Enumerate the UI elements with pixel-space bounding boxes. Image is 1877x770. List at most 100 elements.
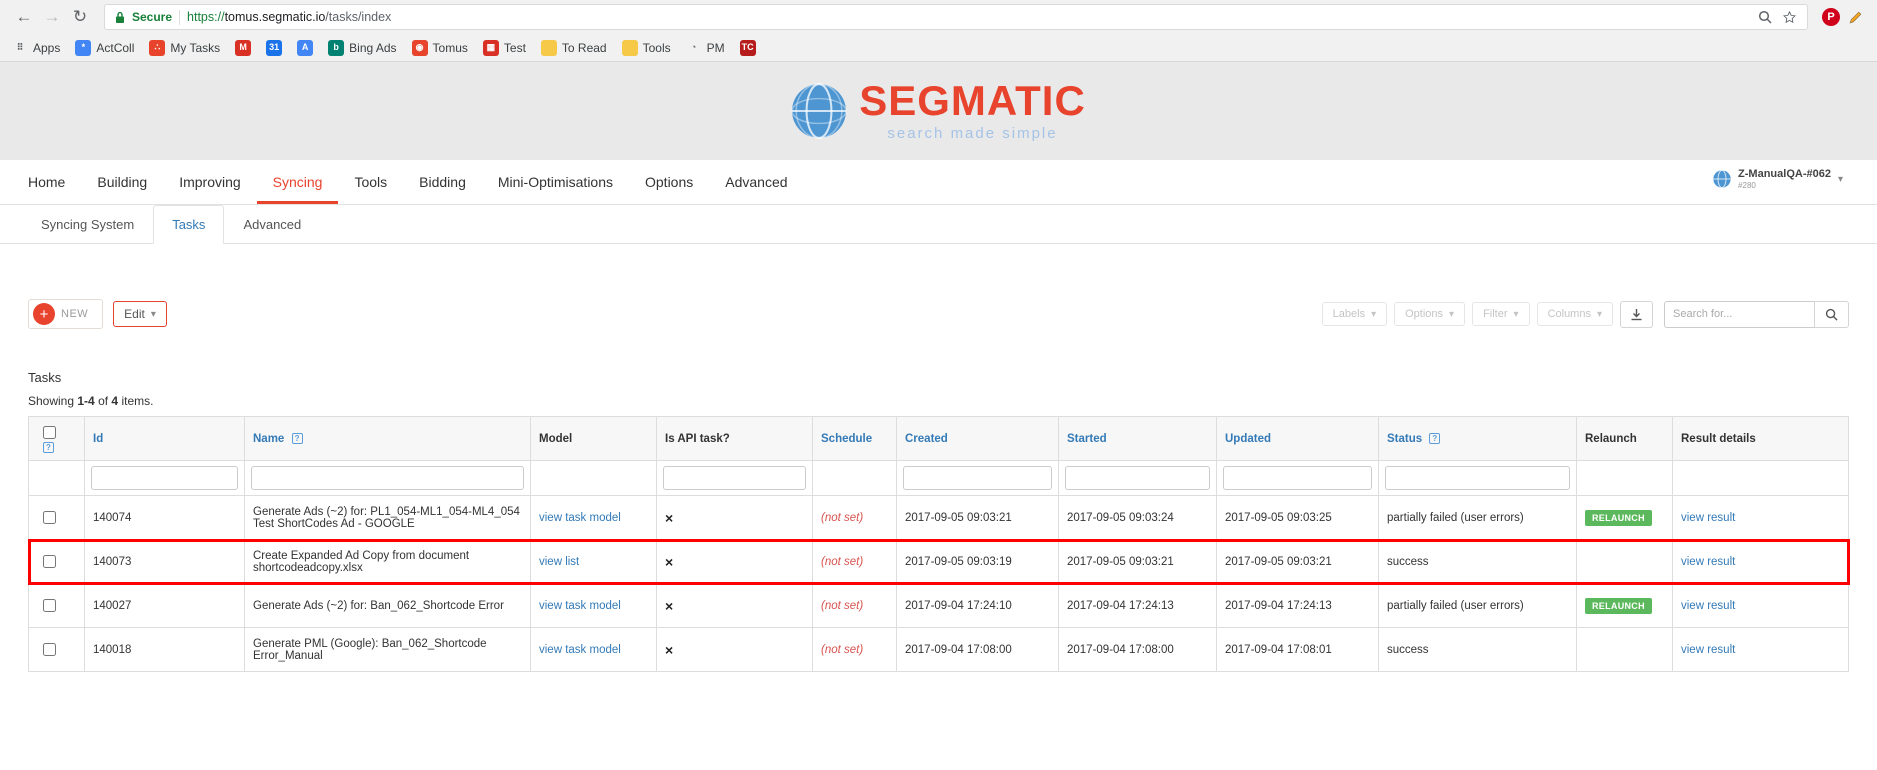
column-header[interactable]: Is API task? ? xyxy=(656,416,813,461)
column-header[interactable]: Updated ? xyxy=(1216,416,1379,461)
subnav-item-label: Advanced xyxy=(243,217,302,232)
back-icon[interactable]: ← xyxy=(10,3,38,31)
new-button[interactable]: + NEW xyxy=(28,299,104,329)
toolbar-dropdown-button[interactable]: Labels ▾ xyxy=(1321,302,1388,326)
model-link[interactable]: view task model xyxy=(539,512,621,524)
select-all-checkbox[interactable] xyxy=(43,426,56,439)
result-link[interactable]: view result xyxy=(1681,600,1735,612)
bookmark-star-icon[interactable] xyxy=(1782,10,1797,25)
toolbar-dropdown-label: Filter xyxy=(1483,308,1508,320)
row-checkbox[interactable] xyxy=(43,511,56,524)
model-link[interactable]: view task model xyxy=(539,644,621,656)
filter-input-created[interactable] xyxy=(903,466,1052,490)
search-icon xyxy=(1825,308,1838,321)
table-row[interactable]: 140018 Generate PML (Google): Ban_062_Sh… xyxy=(28,627,1849,672)
edit-button[interactable]: Edit ▾ xyxy=(113,301,167,327)
subnav-item[interactable]: Syncing System xyxy=(22,205,153,244)
nav-item[interactable]: Syncing xyxy=(257,160,339,204)
toolbar-dropdown-label: Columns xyxy=(1547,308,1591,320)
bookmark-item[interactable]: ⠿ Apps xyxy=(12,40,61,56)
bookmark-item[interactable]: Tools xyxy=(621,39,671,56)
refresh-icon[interactable]: ↻ xyxy=(66,3,94,31)
model-link[interactable]: view task model xyxy=(539,600,621,612)
forward-icon[interactable]: → xyxy=(38,3,66,31)
column-header[interactable]: Name ? xyxy=(244,416,531,461)
bookmark-item[interactable]: 31 xyxy=(266,39,283,56)
result-link[interactable]: view result xyxy=(1681,512,1735,524)
column-header[interactable]: Schedule ? xyxy=(812,416,897,461)
toolbar-dropdown-button[interactable]: Options ▾ xyxy=(1394,302,1466,326)
column-header[interactable]: Status ? xyxy=(1378,416,1577,461)
extension-p-icon[interactable]: P xyxy=(1822,8,1840,26)
table-row[interactable]: 140027 Generate Ads (~2) for: Ban_062_Sh… xyxy=(28,583,1849,628)
subnav-item[interactable]: Advanced xyxy=(224,205,320,244)
zoom-icon[interactable] xyxy=(1758,10,1772,24)
column-header[interactable]: Started ? xyxy=(1058,416,1217,461)
column-header-label: Started xyxy=(1067,432,1107,445)
nav-item[interactable]: Advanced xyxy=(709,160,803,204)
nav-item[interactable]: Bidding xyxy=(403,160,482,204)
table-row[interactable]: 140073 Create Expanded Ad Copy from docu… xyxy=(27,538,1850,585)
subnav-item[interactable]: Tasks xyxy=(153,205,225,244)
result-link[interactable]: view result xyxy=(1681,556,1735,568)
relaunch-button[interactable]: RELAUNCH xyxy=(1585,597,1652,614)
nav-item[interactable]: Options xyxy=(629,160,709,204)
status-text: success xyxy=(1378,627,1577,672)
row-checkbox[interactable] xyxy=(43,599,56,612)
filter-input-name[interactable] xyxy=(251,466,524,490)
cell-created: 2017-09-04 17:08:00 xyxy=(896,627,1059,672)
lock-icon xyxy=(116,11,124,23)
bookmark-item[interactable]: M xyxy=(235,39,252,56)
column-header[interactable]: Id ? xyxy=(84,416,245,461)
relaunch-button[interactable]: RELAUNCH xyxy=(1585,509,1652,526)
cell-name: Create Expanded Ad Copy from document sh… xyxy=(244,539,531,584)
column-header[interactable]: Created ? xyxy=(896,416,1059,461)
extension-pencil-icon[interactable] xyxy=(1848,10,1863,25)
filter-input-status[interactable] xyxy=(1385,466,1570,490)
bookmark-label: ActColl xyxy=(96,40,135,55)
filter-input-id[interactable] xyxy=(91,466,238,490)
nav-item[interactable]: Improving xyxy=(163,160,256,204)
bookmark-item[interactable]: * ActColl xyxy=(75,39,135,56)
column-header[interactable]: Relaunch ? xyxy=(1576,416,1673,461)
filter-input-started[interactable] xyxy=(1065,466,1210,490)
cell-updated: 2017-09-05 09:03:21 xyxy=(1216,539,1379,584)
bookmark-item[interactable]: A xyxy=(297,39,314,56)
bookmark-favicon-icon: 31 xyxy=(266,39,283,56)
toolbar-dropdown-button[interactable]: Filter ▾ xyxy=(1472,302,1530,326)
cell-id: 140027 xyxy=(84,583,245,628)
cell-started: 2017-09-04 17:24:13 xyxy=(1058,583,1217,628)
cell-started: 2017-09-05 09:03:24 xyxy=(1058,495,1217,540)
user-menu[interactable]: Z-ManualQA-#062 #280 ▾ xyxy=(1713,168,1843,190)
row-checkbox[interactable] xyxy=(43,643,56,656)
column-header-label: Created xyxy=(905,432,948,445)
address-bar[interactable]: Secure https://tomus.segmatic.io/tasks/i… xyxy=(104,4,1808,30)
toolbar-dropdown-button[interactable]: Columns ▾ xyxy=(1536,302,1613,326)
nav-item[interactable]: Building xyxy=(81,160,163,204)
nav-item[interactable]: Tools xyxy=(338,160,403,204)
table-row[interactable]: 140074 Generate Ads (~2) for: PL1_054-ML… xyxy=(28,495,1849,540)
column-header[interactable]: Model ? xyxy=(530,416,657,461)
bookmark-item[interactable]: To Read xyxy=(540,39,607,56)
nav-item-label: Options xyxy=(645,174,694,190)
secure-label: Secure xyxy=(132,10,173,24)
bookmark-item[interactable]: TC xyxy=(739,39,756,56)
nav-item[interactable]: Home xyxy=(12,160,81,204)
result-link[interactable]: view result xyxy=(1681,644,1735,656)
search-input[interactable] xyxy=(1664,300,1814,328)
download-button[interactable] xyxy=(1620,300,1653,328)
column-header-label: Relaunch xyxy=(1585,432,1637,445)
filter-input-api-task[interactable] xyxy=(663,466,806,490)
bookmark-item[interactable]: ◉ Tomus xyxy=(411,39,468,56)
filter-input-updated[interactable] xyxy=(1223,466,1372,490)
bookmark-item[interactable]: ∴ My Tasks xyxy=(149,39,220,56)
nav-item[interactable]: Mini-Optimisations xyxy=(482,160,629,204)
search-button[interactable] xyxy=(1814,300,1849,328)
column-header[interactable]: Result details ? xyxy=(1672,416,1849,461)
bookmark-item[interactable]: b Bing Ads xyxy=(328,39,397,56)
bookmark-item[interactable]: ◔ PM xyxy=(686,40,725,56)
model-link[interactable]: view list xyxy=(539,556,579,568)
info-icon: ? xyxy=(1429,432,1441,444)
bookmark-item[interactable]: ▦ Test xyxy=(482,39,526,56)
row-checkbox[interactable] xyxy=(43,555,56,568)
